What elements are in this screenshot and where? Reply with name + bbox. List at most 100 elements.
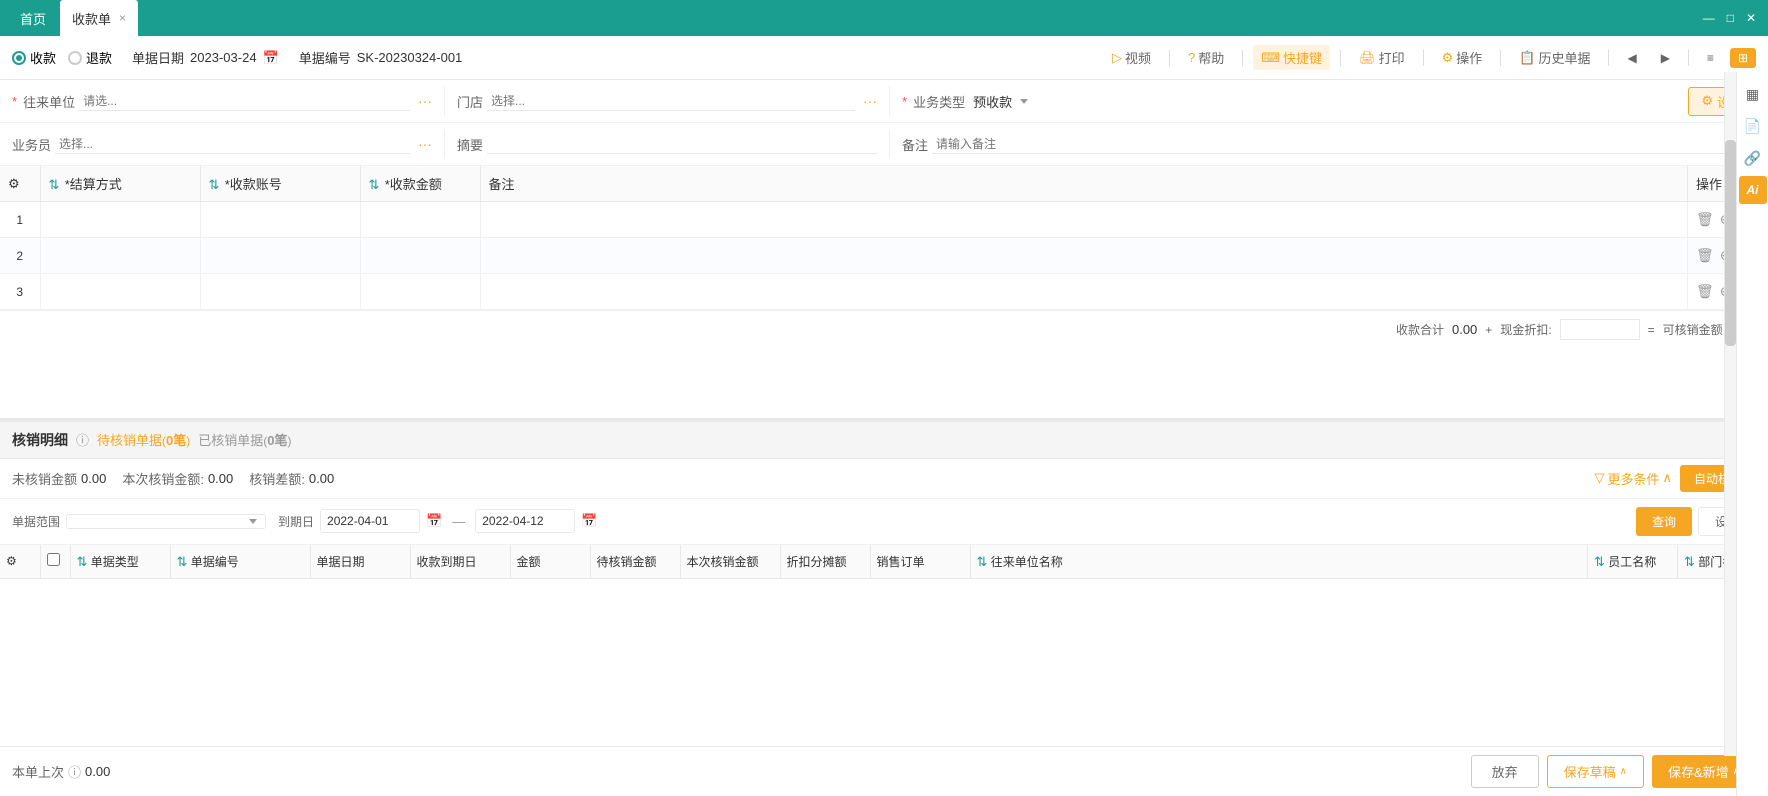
counterparty-input[interactable] (79, 92, 410, 111)
net-label: 可核销金额 (1663, 321, 1723, 338)
window-maximize[interactable]: □ (1723, 9, 1738, 27)
more-conditions-label: 更多条件 (1607, 469, 1659, 488)
sort-staff-icon[interactable]: ⇅ (1594, 554, 1605, 569)
calendar-to-icon[interactable]: 📅 (581, 513, 597, 529)
business-type-required: * (902, 94, 907, 109)
sidebar-ai-icon[interactable]: Ai (1739, 176, 1767, 204)
abandon-btn[interactable]: 放弃 (1471, 755, 1539, 788)
single-no-value: SK-20230324-001 (357, 50, 463, 65)
business-type-field: * 业务类型 预收款 (902, 92, 1028, 111)
row2-amount[interactable] (360, 238, 480, 274)
sidebar-doc-icon[interactable]: 📄 (1739, 112, 1767, 140)
sort-counterparty-icon[interactable]: ⇅ (977, 554, 988, 569)
radio-refund[interactable]: 退款 (68, 48, 112, 67)
row3-settlement[interactable] (40, 274, 200, 310)
window-close[interactable]: ✕ (1742, 9, 1760, 27)
current-verif-field: 本次核销金额: 0.00 (122, 469, 233, 488)
row1-remarks[interactable] (480, 202, 1688, 238)
staff-input[interactable] (55, 135, 410, 154)
sort-billtype-icon[interactable]: ⇅ (77, 554, 88, 569)
sort-settlement-icon[interactable]: ⇅ (49, 177, 60, 192)
pending-tab-label: 待核销单据 (97, 433, 162, 448)
bth-settings[interactable]: ⚙ (0, 545, 40, 579)
staff-more-icon[interactable]: ··· (418, 136, 432, 152)
calendar-from-icon[interactable]: 📅 (426, 513, 442, 529)
total-label: 收款合计 (1396, 321, 1444, 338)
calendar-icon[interactable]: 📅 (263, 50, 279, 66)
help-btn[interactable]: ? 帮助 (1180, 45, 1232, 70)
row1-settlement[interactable] (40, 202, 200, 238)
pending-tab-link[interactable]: 待核销单据(0笔) (97, 430, 190, 449)
row1-delete-icon[interactable]: 🗑 (1696, 211, 1714, 228)
select-all-checkbox[interactable] (47, 553, 60, 566)
bth-current-amount: 本次核销金额 (680, 545, 780, 579)
history-btn[interactable]: 📋 历史单据 (1511, 45, 1598, 70)
nav-prev-btn[interactable]: ◀ (1619, 48, 1644, 68)
business-type-label: 业务类型 (913, 92, 965, 111)
scrollbar-thumb[interactable] (1725, 140, 1736, 345)
row3-remarks[interactable] (480, 274, 1688, 310)
verification-section-header: 核销明细 ⓘ 待核销单据(0笔) 已核销单据(0笔) (0, 419, 1768, 459)
main-container: 收款 退款 单据日期 2023-03-24 📅 单据编号 SK-20230324… (0, 36, 1768, 796)
store-field: 门店 ··· (457, 92, 877, 111)
row2-remarks[interactable] (480, 238, 1688, 274)
bottom-info-icon[interactable]: ⓘ (68, 762, 81, 781)
tab-close-btn[interactable]: × (119, 11, 126, 25)
bth-amount: 金额 (510, 545, 590, 579)
sort-account-icon[interactable]: ⇅ (209, 177, 220, 192)
business-type-dropdown-icon[interactable] (1020, 99, 1028, 104)
nav-next-btn[interactable]: ▶ (1653, 48, 1678, 68)
row2-settlement[interactable] (40, 238, 200, 274)
info-icon[interactable]: ⓘ (76, 430, 89, 449)
bottom-bar: 本单上次 ⓘ 0.00 放弃 保存草稿 ∧ 保存&新增 ∧ (0, 746, 1768, 796)
table-row: 2 🗑 ⊕ (0, 238, 1768, 274)
row2-delete-icon[interactable]: 🗑 (1696, 247, 1714, 264)
window-minimize[interactable]: — (1699, 9, 1719, 27)
sort-dept-icon[interactable]: ⇅ (1684, 554, 1695, 569)
row2-account[interactable] (200, 238, 360, 274)
counterparty-more-icon[interactable]: ··· (418, 93, 432, 109)
sort-amount-icon[interactable]: ⇅ (369, 177, 380, 192)
date-from-input[interactable] (320, 509, 420, 533)
print-btn[interactable]: 🖨 打印 (1351, 45, 1413, 70)
nav-home[interactable]: 首页 (8, 0, 58, 36)
th-settings[interactable]: ⚙ (0, 166, 40, 202)
store-more-icon[interactable]: ··· (863, 93, 877, 109)
summary-input[interactable] (487, 135, 877, 154)
query-row: 单据范围 到期日 📅 — 📅 查询 设置 (0, 499, 1768, 545)
sort-billno-icon[interactable]: ⇅ (177, 554, 188, 569)
row3-amount[interactable] (360, 274, 480, 310)
remarks-input[interactable] (932, 135, 1756, 154)
view-list-btn[interactable]: ≡ (1699, 48, 1722, 68)
store-label: 门店 (457, 92, 483, 111)
operation-btn[interactable]: ⚙ 操作 (1434, 45, 1491, 70)
date-to-input[interactable] (475, 509, 575, 533)
query-button[interactable]: 查询 (1636, 507, 1692, 536)
store-input[interactable] (487, 92, 855, 111)
scrollbar-track[interactable] (1724, 72, 1736, 756)
discount-input[interactable] (1560, 319, 1640, 340)
bottom-total: 本单上次 ⓘ 0.00 (12, 762, 110, 781)
view-grid-btn[interactable]: ⊞ (1730, 48, 1756, 68)
sidebar-link-icon[interactable]: 🔗 (1739, 144, 1767, 172)
row3-account[interactable] (200, 274, 360, 310)
save-draft-label: 保存草稿 (1564, 762, 1616, 781)
row1-amount[interactable] (360, 202, 480, 238)
range-select[interactable] (66, 514, 266, 529)
video-btn[interactable]: ▷ 视频 (1104, 45, 1159, 70)
save-draft-btn[interactable]: 保存草稿 ∧ (1547, 755, 1644, 788)
nav-tab-receipt[interactable]: 收款单 × (60, 0, 138, 36)
done-tab-link[interactable]: 已核销单据(0笔) (198, 430, 291, 449)
row3-delete-icon[interactable]: 🗑 (1696, 283, 1714, 300)
row1-account[interactable] (200, 202, 360, 238)
row-num-3: 3 (0, 274, 40, 310)
remarks-field: 备注 (902, 135, 1756, 154)
sidebar-table-icon[interactable]: ▦ (1739, 80, 1767, 108)
th-settlement-label: *结算方式 (65, 177, 122, 192)
right-sidebar: ▦ 📄 🔗 Ai (1736, 72, 1768, 796)
shortcut-btn[interactable]: ⌨ 快捷键 (1253, 45, 1330, 70)
video-label: 视频 (1125, 48, 1151, 67)
radio-receive[interactable]: 收款 (12, 48, 56, 67)
sep1 (444, 86, 445, 116)
more-conditions-btn[interactable]: ▽ 更多条件 ∧ (1594, 469, 1672, 488)
